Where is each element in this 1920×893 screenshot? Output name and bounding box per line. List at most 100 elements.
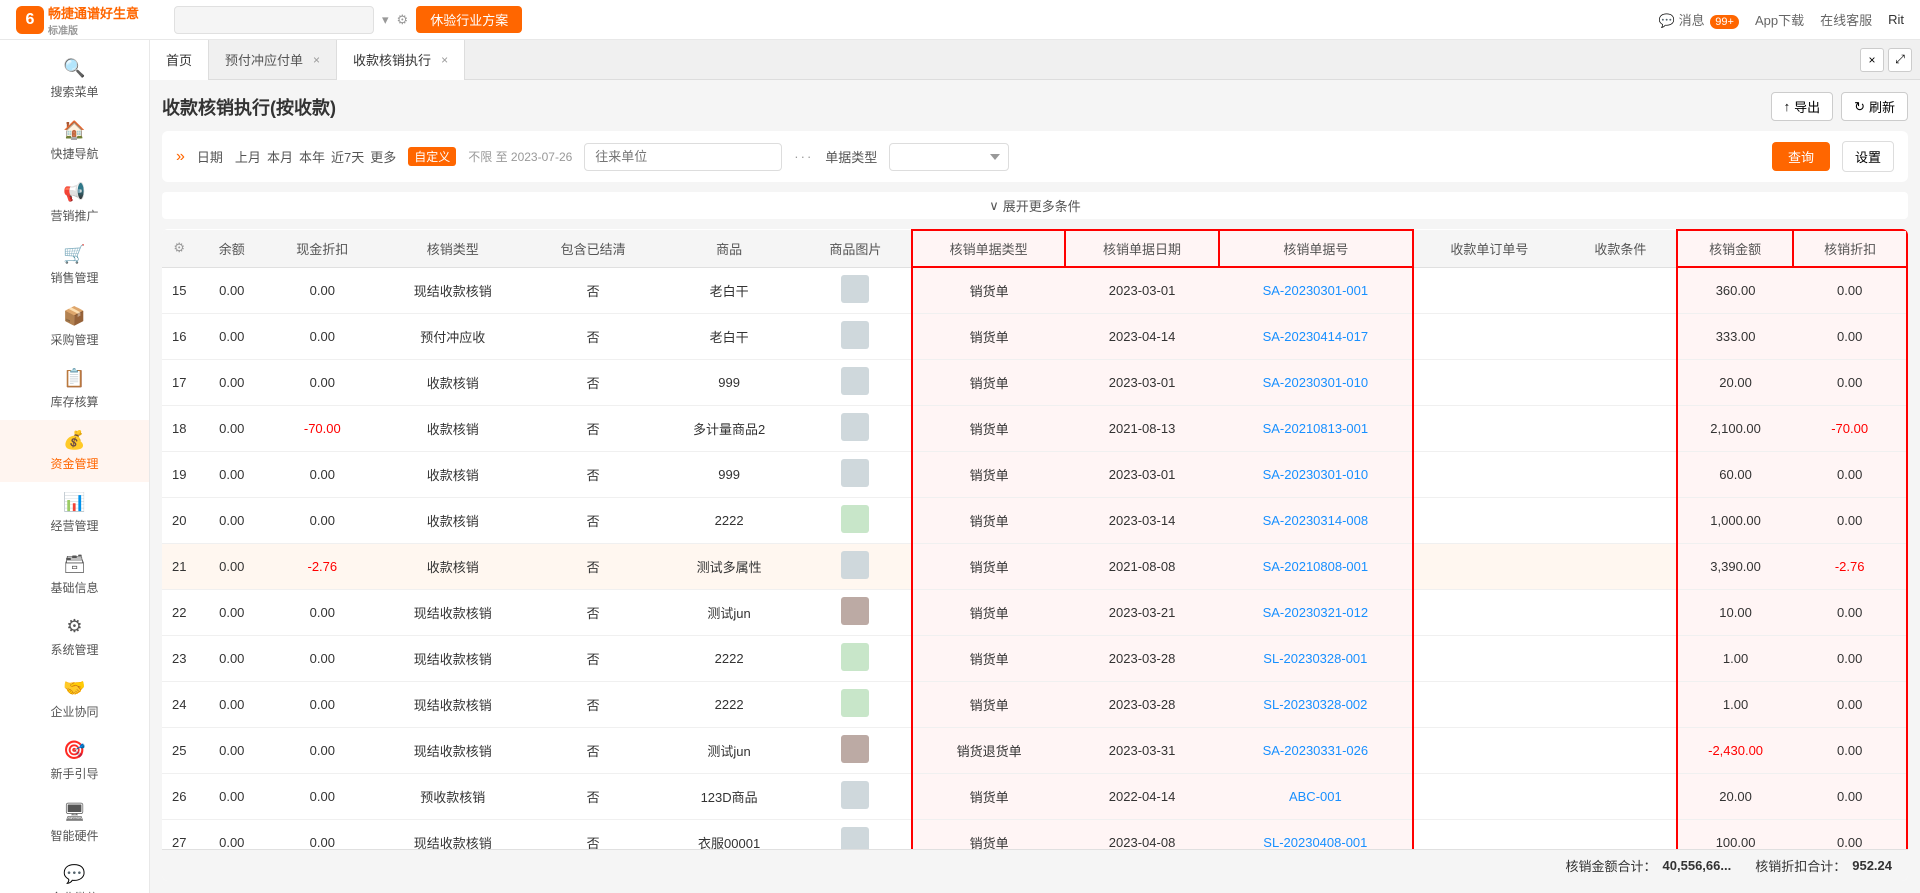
- row-doc-no[interactable]: SA-20230314-008: [1219, 497, 1413, 543]
- row-gear[interactable]: 21: [162, 543, 196, 589]
- sidebar-item-sales[interactable]: 🛒 销售管理: [0, 234, 149, 296]
- row-doc-date: 2021-08-13: [1065, 405, 1218, 451]
- sidebar-item-search-menu[interactable]: 🔍 搜索菜单: [0, 48, 149, 110]
- row-goods-img: [800, 681, 912, 727]
- sidebar-item-quick-nav[interactable]: 🏠 快捷导航: [0, 110, 149, 172]
- tab-prepay-close[interactable]: ×: [313, 53, 320, 67]
- refresh-icon: ↻: [1854, 99, 1865, 115]
- dropdown-icon[interactable]: ▾: [382, 12, 389, 28]
- filter-toggle-button[interactable]: »: [176, 148, 185, 166]
- tab-home[interactable]: 首页: [150, 40, 209, 80]
- sidebar-item-guide[interactable]: 🎯 新手引导: [0, 730, 149, 792]
- tab-window-actions: × ⤢: [1852, 48, 1920, 72]
- refresh-button[interactable]: ↻ 刷新: [1841, 92, 1908, 121]
- row-gear[interactable]: 18: [162, 405, 196, 451]
- row-gear[interactable]: 23: [162, 635, 196, 681]
- row-doc-no[interactable]: SA-20230331-026: [1219, 727, 1413, 773]
- table-row: 190.000.00收款核销否999销货单2023-03-01SA-202303…: [162, 451, 1907, 497]
- table-scroll[interactable]: ⚙ 余额 现金折扣 核销类型 包含已结清 商品 商品图片 核销单据类型 核销单据…: [162, 229, 1908, 849]
- row-doc-no[interactable]: SA-20210808-001: [1219, 543, 1413, 589]
- page-content: 收款核销执行(按收款) ↑ 导出 ↻ 刷新 » 日期 上月: [150, 80, 1920, 893]
- row-doc-no[interactable]: SA-20230414-017: [1219, 313, 1413, 359]
- tab-prepay[interactable]: 预付冲应付单 ×: [209, 40, 337, 80]
- row-doc-no[interactable]: SA-20230321-012: [1219, 589, 1413, 635]
- expand-filter-button[interactable]: ∨ 展开更多条件: [989, 196, 1081, 215]
- handshake-icon: 🤝: [63, 678, 85, 699]
- sidebar-item-inventory[interactable]: 📋 库存核算: [0, 358, 149, 420]
- col-settings[interactable]: ⚙: [162, 230, 196, 267]
- partner-filter-input[interactable]: [584, 143, 782, 171]
- partner-filter-dots[interactable]: ···: [794, 149, 813, 164]
- sidebar-item-wechat[interactable]: 💬 企业微信: [0, 854, 149, 893]
- row-goods-img: [800, 313, 912, 359]
- row-doc-no[interactable]: SA-20230301-001: [1219, 267, 1413, 313]
- row-doc-no[interactable]: SA-20230301-010: [1219, 451, 1413, 497]
- user-name[interactable]: Rit: [1888, 12, 1904, 27]
- table-row: 240.000.00现结收款核销否2222销货单2023-03-28SL-202…: [162, 681, 1907, 727]
- sidebar-item-finance[interactable]: 💰 资金管理: [0, 420, 149, 482]
- row-goods-img: [800, 497, 912, 543]
- top-search-input[interactable]: [174, 6, 374, 34]
- row-doc-no[interactable]: SL-20230328-001: [1219, 635, 1413, 681]
- close-window-button[interactable]: ×: [1860, 48, 1884, 72]
- sidebar-item-system[interactable]: ⚙ 系统管理: [0, 606, 149, 668]
- row-discount: 0.00: [1793, 451, 1907, 497]
- row-gear[interactable]: 19: [162, 451, 196, 497]
- row-gear[interactable]: 15: [162, 267, 196, 313]
- row-gear[interactable]: 27: [162, 819, 196, 849]
- row-goods-img: [800, 451, 912, 497]
- table-wrapper: ⚙ 余额 现金折扣 核销类型 包含已结清 商品 商品图片 核销单据类型 核销单据…: [162, 229, 1908, 881]
- row-gear[interactable]: 20: [162, 497, 196, 543]
- sidebar-label-system: 系统管理: [50, 641, 98, 658]
- col-discount: 核销折扣: [1793, 230, 1907, 267]
- money-icon: 💰: [63, 430, 85, 451]
- row-goods-img: [800, 635, 912, 681]
- tab-bar: 首页 预付冲应付单 × 收款核销执行 × × ⤢: [150, 40, 1920, 80]
- maximize-window-button[interactable]: ⤢: [1888, 48, 1912, 72]
- row-doc-no[interactable]: SL-20230408-001: [1219, 819, 1413, 849]
- table-row: 180.00-70.00收款核销否多计量商品2销货单2021-08-13SA-2…: [162, 405, 1907, 451]
- app-logo: 6 畅捷通谱好生意 标准版: [16, 3, 166, 37]
- row-gear[interactable]: 17: [162, 359, 196, 405]
- row-doc-type: 销货单: [912, 313, 1065, 359]
- tab-receipt[interactable]: 收款核销执行 ×: [337, 40, 465, 80]
- row-doc-no[interactable]: SA-20210813-001: [1219, 405, 1413, 451]
- row-gear[interactable]: 16: [162, 313, 196, 359]
- row-gear[interactable]: 24: [162, 681, 196, 727]
- table-row: 200.000.00收款核销否2222销货单2023-03-14SA-20230…: [162, 497, 1907, 543]
- settings-icon[interactable]: ⚙: [397, 12, 409, 28]
- export-button[interactable]: ↑ 导出: [1771, 92, 1834, 121]
- sidebar-item-hardware[interactable]: 🖥 智能硬件: [0, 792, 149, 854]
- row-doc-no[interactable]: SL-20230328-002: [1219, 681, 1413, 727]
- custom-date-button[interactable]: 自定义: [408, 147, 456, 166]
- industry-plan-button[interactable]: 休验行业方案: [416, 6, 522, 33]
- date-link-this-year[interactable]: 本年: [299, 147, 325, 166]
- tab-receipt-close[interactable]: ×: [441, 53, 448, 67]
- row-gear[interactable]: 22: [162, 589, 196, 635]
- app-name: 畅捷通谱好生意: [48, 3, 139, 22]
- date-link-this-month[interactable]: 本月: [267, 147, 293, 166]
- date-link-7days[interactable]: 近7天: [331, 147, 364, 166]
- setting-button[interactable]: 设置: [1842, 141, 1894, 172]
- footer-amount-value: 40,556,66...: [1663, 858, 1732, 873]
- row-doc-date: 2023-03-14: [1065, 497, 1218, 543]
- sidebar-item-collab[interactable]: 🤝 企业协同: [0, 668, 149, 730]
- app-download-link[interactable]: App下载: [1755, 10, 1804, 29]
- row-gear[interactable]: 26: [162, 773, 196, 819]
- date-link-more[interactable]: 更多: [370, 147, 396, 166]
- tab-home-label: 首页: [166, 50, 192, 69]
- query-button[interactable]: 查询: [1772, 142, 1830, 171]
- row-gear[interactable]: 25: [162, 727, 196, 773]
- sidebar: 🔍 搜索菜单 🏠 快捷导航 📢 营销推广 🛒 销售管理 📦 采购管理 📋 库存核…: [0, 40, 150, 893]
- date-link-last-month[interactable]: 上月: [235, 147, 261, 166]
- notification-item[interactable]: 💬 消息 99+: [1659, 10, 1739, 29]
- sidebar-item-purchase[interactable]: 📦 采购管理: [0, 296, 149, 358]
- sidebar-item-base[interactable]: 🗃 基础信息: [0, 544, 149, 606]
- sidebar-item-operation[interactable]: 📊 经营管理: [0, 482, 149, 544]
- row-doc-no[interactable]: SA-20230301-010: [1219, 359, 1413, 405]
- sidebar-item-marketing[interactable]: 📢 营销推广: [0, 172, 149, 234]
- doc-type-filter-select[interactable]: [889, 143, 1009, 171]
- app-edition: 标准版: [48, 22, 139, 37]
- online-service-link[interactable]: 在线客服: [1820, 10, 1872, 29]
- row-doc-no[interactable]: ABC-001: [1219, 773, 1413, 819]
